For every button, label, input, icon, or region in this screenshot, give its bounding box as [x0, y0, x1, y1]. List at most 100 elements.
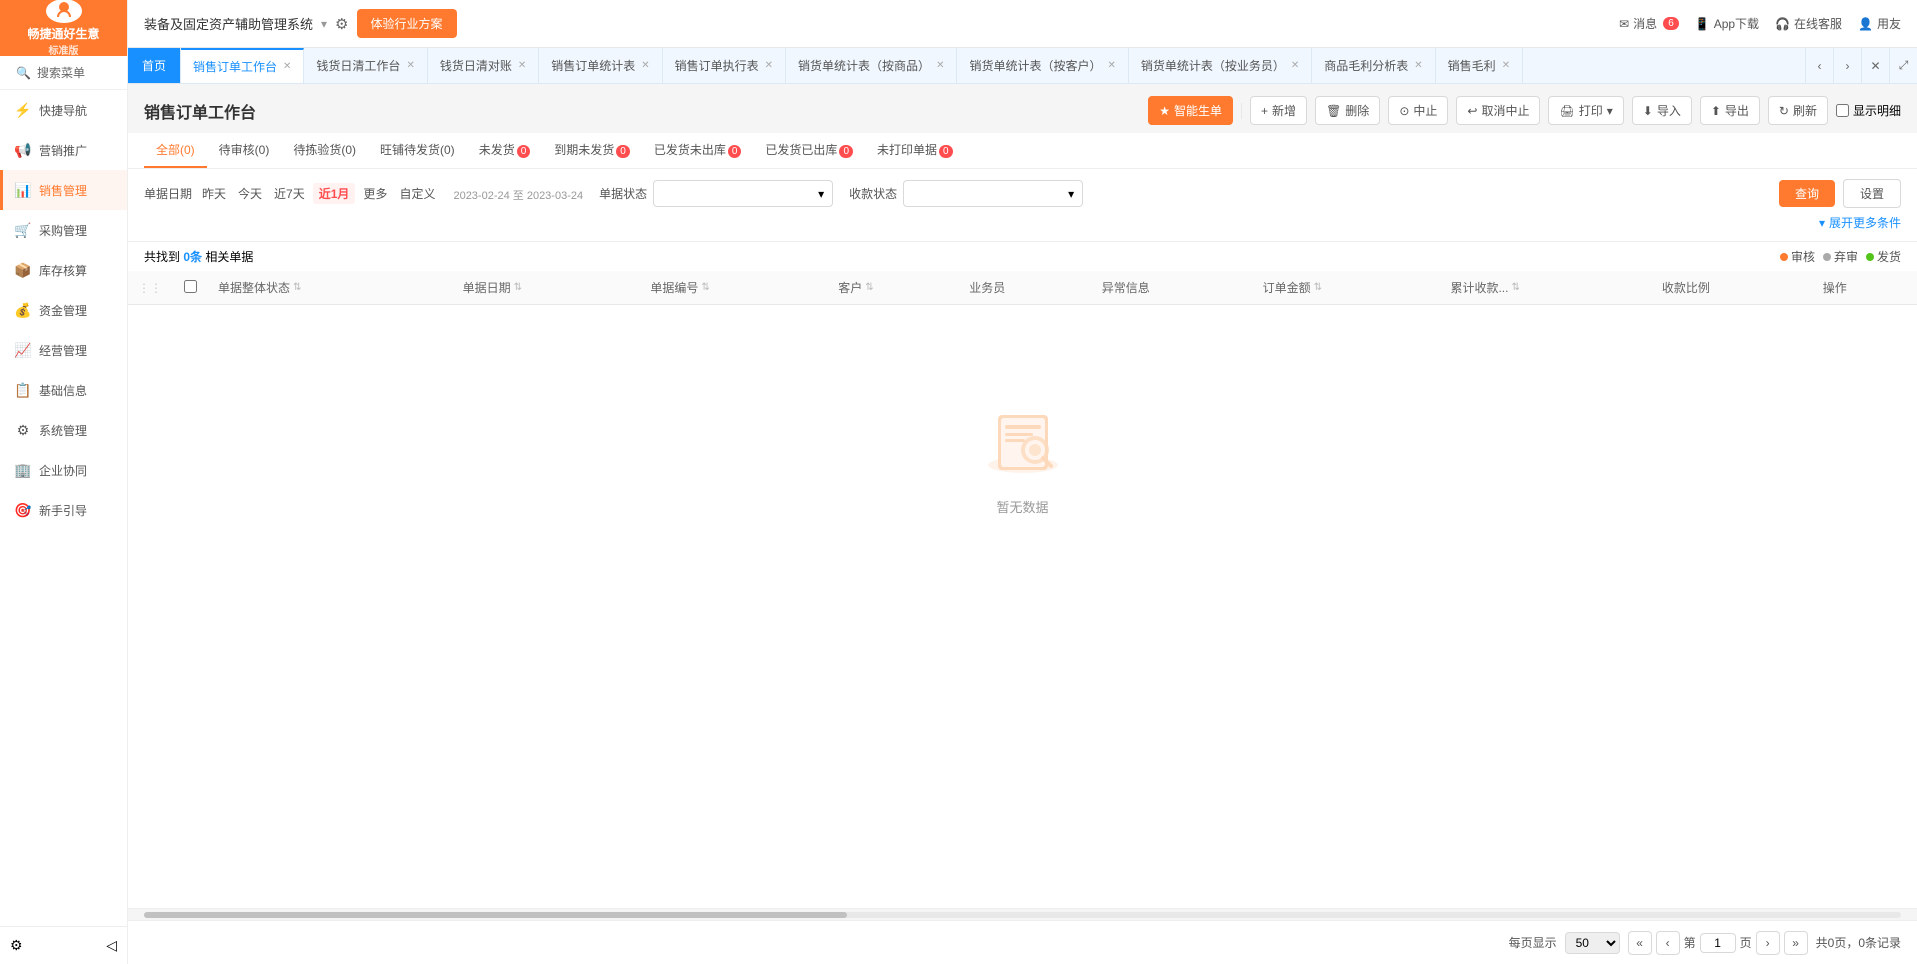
sidebar-item-newbie[interactable]: 🎯 新手引导: [0, 490, 127, 530]
tab-cash-daily[interactable]: 钱货日清工作台 ✕: [304, 48, 427, 84]
sidebar-item-sales[interactable]: 📊 销售管理: [0, 170, 127, 210]
online-service-button[interactable]: 🎧 在线客服: [1775, 15, 1842, 32]
tab-close-cash-reconcile[interactable]: ✕: [518, 60, 526, 71]
sidebar-item-purchase[interactable]: 🛒 采购管理: [0, 210, 127, 250]
tab-sales-profit[interactable]: 销售毛利 ✕: [1436, 48, 1523, 84]
app-download-button[interactable]: 📱 App下载: [1695, 15, 1759, 32]
sidebar-collapse-icon[interactable]: ◁: [106, 937, 117, 954]
select-all-checkbox[interactable]: [184, 280, 197, 293]
page-first-button[interactable]: «: [1628, 931, 1652, 955]
sidebar-item-system[interactable]: ⚙ 系统管理: [0, 410, 127, 450]
tab-sales-stats-product[interactable]: 销货单统计表（按商品） ✕: [786, 48, 957, 84]
stop-button[interactable]: ⊙ 中止: [1388, 96, 1448, 125]
tab-close-sales-stats-product[interactable]: ✕: [936, 60, 944, 71]
sidebar-item-inventory[interactable]: 📦 库存核算: [0, 250, 127, 290]
sidebar-item-marketing[interactable]: 📢 营销推广: [0, 130, 127, 170]
tab-sales-workbench[interactable]: 销售订单工作台 ✕: [181, 48, 304, 84]
tab-close-sales-execute[interactable]: ✕: [765, 60, 773, 71]
tab-close-all[interactable]: ✕: [1861, 48, 1889, 84]
filter-tab-not-printed[interactable]: 未打印单据0: [865, 133, 965, 168]
sidebar-item-basic-info[interactable]: 📋 基础信息: [0, 370, 127, 410]
tab-close-sales-profit[interactable]: ✕: [1502, 60, 1510, 71]
topbar: 装备及固定资产辅助管理系统 ▾ ⚙ 体验行业方案 ✉ 消息 6 📱 App下载 …: [128, 0, 1917, 48]
page-prev-button[interactable]: ‹: [1656, 931, 1680, 955]
filter-tab-shipped-out[interactable]: 已发货已出库0: [753, 133, 865, 168]
cancel-stop-button[interactable]: ↩ 取消中止: [1456, 96, 1540, 125]
filter-tab-expired-not-shipped[interactable]: 到期未发货0: [542, 133, 642, 168]
filter-tab-wangpu[interactable]: 旺铺待发货(0): [368, 133, 467, 168]
tab-cash-reconcile[interactable]: 钱货日清对账 ✕: [428, 48, 539, 84]
tab-scroll-left[interactable]: ‹: [1805, 48, 1833, 84]
sidebar-item-finance[interactable]: 💰 资金管理: [0, 290, 127, 330]
sort-customer[interactable]: 客户 ⇅: [838, 279, 949, 296]
date-option-yesterday[interactable]: 昨天: [198, 183, 230, 204]
date-option-more[interactable]: 更多: [359, 183, 391, 204]
newbie-icon: 🎯: [13, 500, 33, 520]
tab-home[interactable]: 首页: [128, 48, 181, 84]
tab-scroll-right[interactable]: ›: [1833, 48, 1861, 84]
filter-tab-not-shipped[interactable]: 未发货0: [467, 133, 543, 168]
sort-number[interactable]: 单据编号 ⇅: [650, 279, 818, 296]
show-detail-checkbox[interactable]: [1836, 104, 1849, 117]
show-detail-toggle[interactable]: 显示明细: [1836, 102, 1901, 119]
sort-status[interactable]: 单据整体状态 ⇅: [218, 279, 443, 296]
tab-close-sales-stats[interactable]: ✕: [641, 60, 649, 71]
settings-button[interactable]: 设置: [1843, 179, 1901, 208]
sidebar-item-enterprise[interactable]: 🏢 企业协同: [0, 450, 127, 490]
print-button[interactable]: 🖨 打印 ▾: [1548, 96, 1623, 125]
system-icon: ⚙: [13, 420, 33, 440]
topbar-settings-icon[interactable]: ⚙: [335, 15, 348, 33]
tab-maximize[interactable]: ⤢: [1889, 48, 1917, 84]
date-option-custom[interactable]: 自定义: [395, 183, 439, 204]
sidebar-item-quick-nav[interactable]: ⚡ 快捷导航: [0, 90, 127, 130]
user-menu[interactable]: 👤 用友: [1858, 15, 1901, 32]
status-field: 单据状态 ▾: [599, 180, 833, 207]
sidebar-settings-icon[interactable]: ⚙: [10, 937, 23, 954]
messages-button[interactable]: ✉ 消息 6: [1619, 15, 1679, 32]
page-size-select[interactable]: 50 20 100: [1565, 932, 1620, 954]
horizontal-scrollbar[interactable]: [128, 908, 1917, 920]
tab-close-cash-daily[interactable]: ✕: [406, 60, 414, 71]
sidebar-item-search[interactable]: 🔍 搜索菜单: [0, 56, 127, 90]
filter-tab-pending-review[interactable]: 待审核(0): [207, 133, 282, 168]
tab-close-sales-stats-customer[interactable]: ✕: [1107, 60, 1115, 71]
expand-conditions-button[interactable]: ▾ 展开更多条件: [1819, 214, 1901, 231]
page-last-button[interactable]: »: [1784, 931, 1808, 955]
unaudit-action-button[interactable]: 弃审: [1823, 248, 1858, 265]
th-checkbox: [172, 271, 208, 305]
new-button[interactable]: + 新增: [1250, 96, 1307, 125]
page-next-button[interactable]: ›: [1756, 931, 1780, 955]
smart-create-button[interactable]: ★ 智能生单: [1148, 96, 1233, 125]
date-option-7days[interactable]: 近7天: [270, 183, 309, 204]
solution-button[interactable]: 体验行业方案: [357, 9, 457, 38]
date-option-1month[interactable]: 近1月: [313, 183, 356, 204]
tab-sales-execute[interactable]: 销售订单执行表 ✕: [663, 48, 786, 84]
import-button[interactable]: ⬇ 导入: [1632, 96, 1692, 125]
filter-tab-all[interactable]: 全部(0): [144, 133, 207, 168]
page-number-input[interactable]: [1700, 933, 1736, 953]
filter-tab-pending-inspect[interactable]: 待拣验货(0): [281, 133, 368, 168]
refresh-button[interactable]: ↻ 刷新: [1768, 96, 1828, 125]
delete-button[interactable]: 🗑 删除: [1315, 96, 1380, 125]
tab-sales-stats[interactable]: 销售订单统计表 ✕: [539, 48, 662, 84]
tab-profit-analysis[interactable]: 商品毛利分析表 ✕: [1312, 48, 1435, 84]
audit-action-button[interactable]: 审核: [1780, 248, 1815, 265]
payment-select[interactable]: ▾: [903, 180, 1083, 207]
export-button[interactable]: ⬆ 导出: [1700, 96, 1760, 125]
ship-action-button[interactable]: 发货: [1866, 248, 1901, 265]
tab-close-profit-analysis[interactable]: ✕: [1414, 60, 1422, 71]
tab-sales-stats-staff[interactable]: 销货单统计表（按业务员） ✕: [1129, 48, 1312, 84]
status-select[interactable]: ▾: [653, 180, 833, 207]
tab-close-sales-workbench[interactable]: ✕: [283, 61, 291, 72]
scroll-thumb[interactable]: [144, 912, 847, 918]
page-title: 销售订单工作台: [144, 99, 256, 123]
sort-date[interactable]: 单据日期 ⇅: [463, 279, 631, 296]
filter-tab-shipped-not-out[interactable]: 已发货未出库0: [642, 133, 754, 168]
date-option-today[interactable]: 今天: [234, 183, 266, 204]
search-button[interactable]: 查询: [1779, 180, 1835, 207]
tab-sales-stats-customer[interactable]: 销货单统计表（按客户） ✕: [957, 48, 1128, 84]
sort-collected[interactable]: 累计收款... ⇅: [1450, 279, 1641, 296]
sidebar-item-operations[interactable]: 📈 经营管理: [0, 330, 127, 370]
tab-close-sales-stats-staff[interactable]: ✕: [1291, 60, 1299, 71]
sort-amount[interactable]: 订单金额 ⇅: [1263, 279, 1431, 296]
